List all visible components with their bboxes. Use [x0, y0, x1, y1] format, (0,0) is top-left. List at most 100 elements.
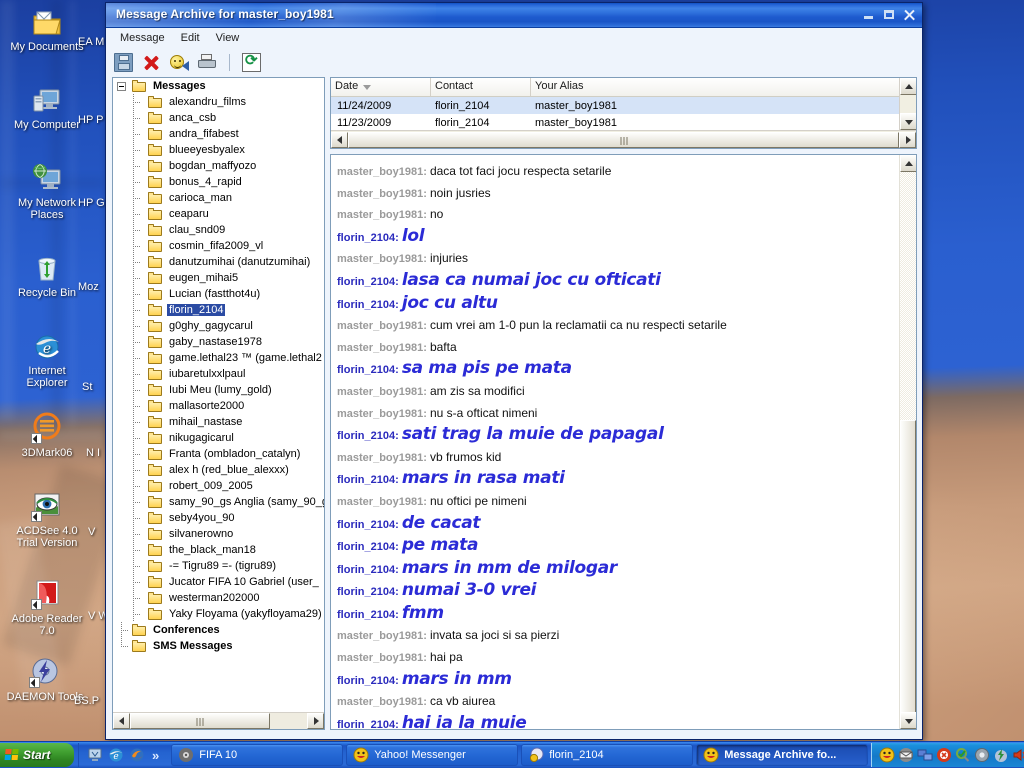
internet-explorer-icon[interactable]: e — [108, 747, 124, 763]
desktop-icon-adobe-reader[interactable]: Adobe Reader 7.0 — [8, 578, 86, 637]
firefox-icon[interactable] — [129, 747, 145, 763]
scroll-thumb[interactable] — [130, 713, 270, 729]
taskbar-task-button[interactable]: Message Archive fo... — [696, 744, 869, 766]
tree-node-contact[interactable]: mihail_nastase — [113, 414, 324, 430]
tree-node-contact[interactable]: samy_90_gs Anglia (samy_90_g — [113, 494, 324, 510]
scroll-down-button[interactable] — [900, 113, 916, 130]
tree-node-contact[interactable]: florin_2104 — [113, 302, 324, 318]
message-list-vertical-scrollbar[interactable] — [899, 78, 916, 130]
tree-node-contact[interactable]: robert_009_2005 — [113, 478, 324, 494]
menu-item-edit[interactable]: Edit — [173, 30, 208, 46]
message-archive-window[interactable]: Message Archive for master_boy1981 Messa… — [105, 2, 923, 740]
antivirus-scan-icon[interactable] — [955, 747, 971, 763]
scroll-track[interactable] — [900, 172, 916, 720]
tree-node-contact[interactable]: alexandru_films — [113, 94, 324, 110]
scroll-right-button[interactable] — [899, 131, 916, 148]
tree-node-contact[interactable]: the_black_man18 — [113, 542, 324, 558]
tree-node-contact[interactable]: ceaparu — [113, 206, 324, 222]
tree-node-contact[interactable]: carioca_man — [113, 190, 324, 206]
folder-tree[interactable]: Messages alexandru_films anca_csb andra_fi… — [113, 78, 324, 712]
tree-node-contact[interactable]: danutzumihai (danutzumihai) — [113, 254, 324, 270]
tree-node-contact[interactable]: seby4you_90 — [113, 510, 324, 526]
window-titlebar[interactable]: Message Archive for master_boy1981 — [106, 3, 922, 28]
close-button[interactable] — [902, 8, 916, 22]
tree-node-contact[interactable]: gaby_nastase1978 — [113, 334, 324, 350]
taskbar-task-button[interactable]: FIFA 10 — [171, 744, 344, 766]
message-list-horizontal-scrollbar[interactable] — [331, 130, 916, 148]
tree-node-contact[interactable]: game.lethal23 ™ (game.lethal2 — [113, 350, 324, 366]
tree-node-contact[interactable]: bogdan_maffyozo — [113, 158, 324, 174]
desktop-icon-my-computer[interactable]: My Computer — [8, 84, 86, 131]
tree-node-messages-root[interactable]: Messages — [113, 78, 324, 94]
printer-icon[interactable] — [198, 53, 217, 72]
column-header-contact[interactable]: Contact — [431, 78, 531, 96]
message-list[interactable]: Date Contact Your Alias 11/24/2009 florin… — [330, 77, 917, 149]
tree-node-contact[interactable]: cosmin_fifa2009_vl — [113, 238, 324, 254]
red-x-icon[interactable] — [142, 53, 161, 72]
yahoo-mail-icon[interactable] — [898, 747, 914, 763]
start-button[interactable]: Start — [0, 743, 74, 767]
scroll-down-button[interactable] — [900, 712, 916, 729]
scroll-track[interactable] — [130, 713, 307, 729]
conversation-vertical-scrollbar[interactable] — [899, 155, 916, 729]
desktop-icon-my-network-places[interactable]: My Network Places — [8, 162, 86, 221]
folder-tree-pane[interactable]: Messages alexandru_films anca_csb andra_fi… — [112, 77, 325, 730]
conversation-pane[interactable]: master_boy1981: daca tot faci jocu respe… — [330, 154, 917, 730]
scroll-up-button[interactable] — [900, 78, 916, 95]
taskbar-task-button[interactable]: Yahoo! Messenger — [346, 744, 519, 766]
show-desktop-icon[interactable] — [87, 747, 103, 763]
tree-node-contact[interactable]: g0ghy_gagycarul — [113, 318, 324, 334]
scroll-left-button[interactable] — [331, 131, 348, 148]
tree-node-contact[interactable]: andra_fifabest — [113, 126, 324, 142]
scroll-track[interactable] — [348, 131, 899, 148]
tree-node-contact[interactable]: Jucator FIFA 10 Gabriel (user_ — [113, 574, 324, 590]
tree-node-contact[interactable]: bonus_4_rapid — [113, 174, 324, 190]
tree-node-contact[interactable]: nikugagicarul — [113, 430, 324, 446]
tree-node-contact[interactable]: westerman202000 — [113, 590, 324, 606]
desktop-icon-my-documents[interactable]: My Documents — [8, 6, 86, 53]
scroll-up-button[interactable] — [900, 155, 916, 172]
desktop-icon-daemon-tools[interactable]: DAEMON Tools — [6, 656, 84, 703]
firewall-icon[interactable] — [936, 747, 952, 763]
menu-item-view[interactable]: View — [208, 30, 248, 46]
tree-node-contact[interactable]: Iubi Meu (lumy_gold) — [113, 382, 324, 398]
scroll-right-button[interactable] — [307, 713, 324, 729]
network-icon[interactable] — [917, 747, 933, 763]
tree-node-contact[interactable]: Lucian (fastthot4u) — [113, 286, 324, 302]
tree-node-contact[interactable]: alex h (red_blue_alexxx) — [113, 462, 324, 478]
tree-node-contact[interactable]: silvanerowno — [113, 526, 324, 542]
maximize-button[interactable] — [882, 8, 896, 22]
update-icon[interactable] — [974, 747, 990, 763]
tree-node-contact[interactable]: eugen_mihai5 — [113, 270, 324, 286]
scroll-thumb[interactable] — [900, 420, 916, 720]
tree-node-contact[interactable]: clau_snd09 — [113, 222, 324, 238]
conversation-transcript[interactable]: master_boy1981: daca tot faci jocu respe… — [331, 155, 899, 729]
minimize-button[interactable] — [862, 8, 876, 22]
tree-node-conferences[interactable]: Conferences — [113, 622, 324, 638]
tree-node-contact[interactable]: Franta (ombladon_catalyn) — [113, 446, 324, 462]
tree-horizontal-scrollbar[interactable] — [113, 712, 324, 729]
column-header-your-alias[interactable]: Your Alias — [531, 78, 899, 96]
refresh-icon[interactable] — [242, 51, 261, 72]
volume-icon[interactable] — [1012, 747, 1024, 763]
tree-node-contact[interactable]: iubaretulxxlpaul — [113, 366, 324, 382]
floppy-disk-icon[interactable] — [114, 52, 133, 72]
smiley-arrow-icon[interactable] — [170, 53, 189, 72]
collapse-expander-icon[interactable] — [117, 81, 126, 91]
menu-item-message[interactable]: Message — [112, 30, 173, 46]
chevron-overflow-icon[interactable]: » — [150, 748, 161, 763]
message-list-row[interactable]: 11/23/2009 florin_2104 master_boy1981 — [331, 114, 916, 131]
tree-node-contact[interactable]: mallasorte2000 — [113, 398, 324, 414]
desktop-icon-3dmark06[interactable]: 3DMark06 — [8, 412, 86, 459]
scroll-thumb[interactable] — [348, 131, 899, 148]
tree-node-contact[interactable]: -= Tigru89 =- (tigru89) — [113, 558, 324, 574]
daemon-tools-icon[interactable] — [993, 747, 1009, 763]
scroll-left-button[interactable] — [113, 713, 130, 729]
tree-node-contact[interactable]: anca_csb — [113, 110, 324, 126]
tree-node-contact[interactable]: blueeyesbyalex — [113, 142, 324, 158]
desktop-icon-acdsee[interactable]: ACDSee 4.0 Trial Version — [8, 490, 86, 549]
yahoo-messenger-icon[interactable] — [879, 747, 895, 763]
desktop-icon-recycle-bin[interactable]: Recycle Bin — [8, 252, 86, 299]
message-list-row[interactable]: 11/24/2009 florin_2104 master_boy1981 — [331, 97, 916, 114]
column-header-date[interactable]: Date — [331, 78, 431, 96]
